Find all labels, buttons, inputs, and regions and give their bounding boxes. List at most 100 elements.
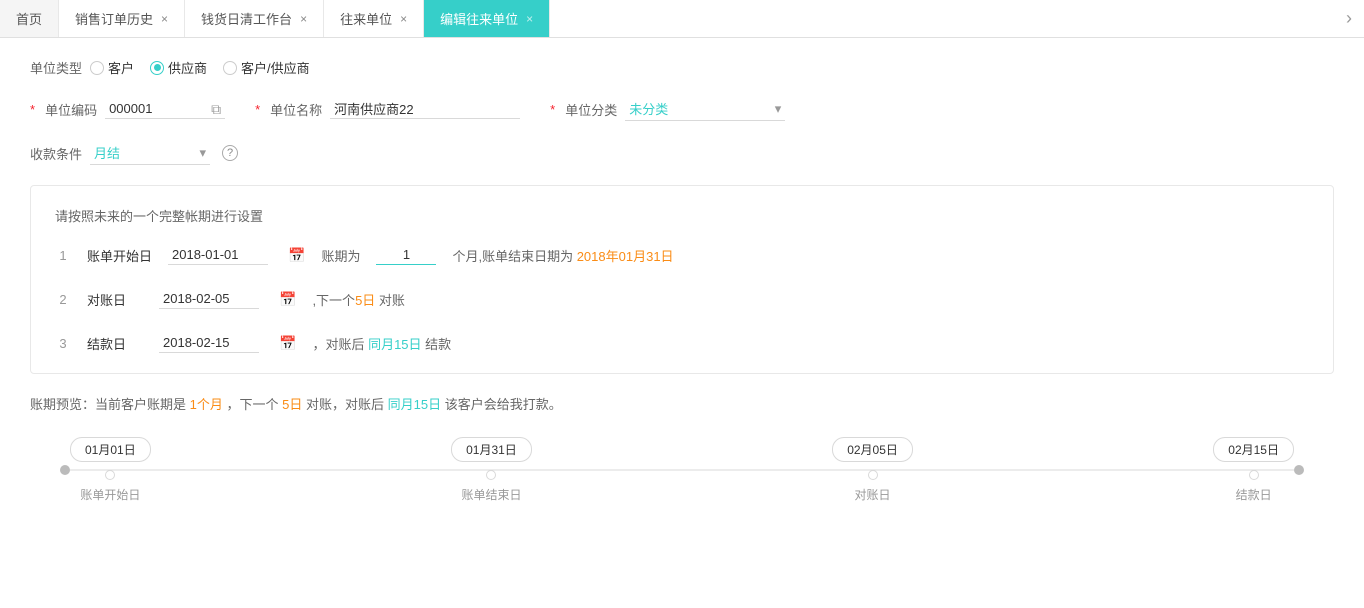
period-settings-box: 请按照未来的一个完整帐期进行设置 1 账单开始日 📅 账期为 个月,账单结束日期…	[30, 185, 1334, 374]
unit-code-label: 单位编码	[45, 100, 97, 119]
period-label-3: 结款日	[87, 334, 143, 353]
radio-label-customer: 客户	[108, 58, 134, 77]
payment-label: 收款条件	[30, 144, 82, 163]
payment-dropdown-icon: ▾	[199, 145, 206, 161]
unit-code-input-wrapper: ⧉	[105, 99, 225, 119]
unit-name-label: 单位名称	[270, 100, 322, 119]
tl-dot-3	[868, 470, 878, 480]
preview-suffix2: 该客户会给我打款。	[445, 397, 562, 412]
close-tab-partner[interactable]: ×	[400, 12, 407, 26]
reconcile-date-input[interactable]	[159, 289, 259, 309]
radio-both[interactable]: 客户/供应商	[223, 58, 310, 77]
unit-type-row: 单位类型 客户 供应商 客户/供应商	[30, 58, 1334, 77]
period-row-3: 3 结款日 📅 ，对账后 同月15日 结款	[55, 333, 1309, 353]
unit-name-input[interactable]	[330, 99, 520, 119]
tab-cash-work[interactable]: 钱货日清工作台 ×	[185, 0, 324, 37]
radio-label-supplier: 供应商	[168, 58, 207, 77]
period-num-1: 1	[55, 248, 71, 263]
payment-help-icon[interactable]: ?	[222, 145, 238, 161]
unit-code-required: *	[30, 102, 35, 117]
period-row-2: 2 对账日 📅 ,下一个5日 对账	[55, 289, 1309, 309]
payment-select[interactable]: 月结 ▾	[90, 141, 210, 165]
unit-name-required: *	[255, 102, 260, 117]
radio-circle-supplier	[150, 61, 164, 75]
preview-sep2: 对账，对账后	[306, 397, 384, 412]
timeline-point-2: 01月31日 账单结束日	[451, 437, 532, 503]
radio-customer[interactable]: 客户	[90, 58, 134, 77]
preview-part2: 5日	[282, 397, 302, 412]
payment-field: 收款条件 月结 ▾ ?	[30, 141, 238, 165]
radio-circle-both	[223, 61, 237, 75]
unit-name-field: * 单位名称	[255, 99, 520, 119]
preview-prefix: 账期预览：当前客户账期是	[30, 397, 186, 412]
period-box-title: 请按照未来的一个完整帐期进行设置	[55, 206, 1309, 225]
chevron-right-icon: ›	[1346, 8, 1352, 29]
tab-sales-history[interactable]: 销售订单历史 ×	[59, 0, 185, 37]
period-row-1: 1 账单开始日 📅 账期为 个月,账单结束日期为 2018年01月31日	[55, 245, 1309, 265]
start-date-input[interactable]	[168, 245, 268, 265]
unit-category-label: 单位分类	[565, 100, 617, 119]
preview-part1: 1个月	[190, 397, 223, 412]
timeline-wrapper: 01月01日 账单开始日 01月31日 账单结束日	[60, 437, 1304, 503]
radio-supplier[interactable]: 供应商	[150, 58, 207, 77]
tl-label-3: 对账日	[855, 486, 891, 503]
tl-label-2: 账单结束日	[461, 486, 521, 503]
start-date-calendar-icon[interactable]: 📅	[288, 247, 305, 264]
period-months-input[interactable]	[376, 245, 436, 265]
reconcile-date-calendar-icon[interactable]: 📅	[279, 291, 296, 308]
preview-section: 账期预览：当前客户账期是 1个月 ，下一个 5日 对账，对账后 同月15日 该客…	[30, 394, 1334, 413]
unit-category-required: *	[550, 102, 555, 117]
tab-edit-partner[interactable]: 编辑往来单位 ×	[424, 0, 550, 37]
tl-badge-4: 02月15日	[1213, 437, 1294, 462]
unit-type-field: 单位类型 客户 供应商 客户/供应商	[30, 58, 310, 77]
preview-sep1: ，下一个	[227, 397, 279, 412]
unit-type-radio-group: 客户 供应商 客户/供应商	[90, 58, 310, 77]
timeline-point-1: 01月01日 账单开始日	[70, 437, 151, 503]
unit-category-field: * 单位分类 未分类 ▾	[550, 97, 785, 121]
tl-label-1: 账单开始日	[80, 486, 140, 503]
tl-dot-1	[105, 470, 115, 480]
timeline-inner: 01月01日 账单开始日 01月31日 账单结束日	[70, 437, 1294, 503]
tab-partner[interactable]: 往来单位 ×	[324, 0, 424, 37]
timeline-points: 01月01日 账单开始日 01月31日 账单结束日	[70, 437, 1294, 503]
tab-bar: 首页 销售订单历史 × 钱货日清工作台 × 往来单位 × 编辑往来单位 × ›	[0, 0, 1364, 38]
period-desc-1: 账期为	[321, 246, 360, 265]
tl-badge-3: 02月05日	[832, 437, 913, 462]
unit-code-input[interactable]	[105, 99, 225, 119]
dropdown-arrow-icon: ▾	[775, 101, 782, 117]
period-desc-2: ,下一个5日 对账	[312, 290, 404, 309]
radio-label-both: 客户/供应商	[241, 58, 310, 77]
close-tab-cash-work[interactable]: ×	[300, 12, 307, 26]
tl-label-4: 结款日	[1236, 486, 1272, 503]
unit-type-label: 单位类型	[30, 58, 82, 77]
tl-dot-2	[486, 470, 496, 480]
timeline-section: 01月01日 账单开始日 01月31日 账单结束日	[30, 437, 1334, 503]
tl-badge-2: 01月31日	[451, 437, 532, 462]
period-num-2: 2	[55, 292, 71, 307]
radio-circle-customer	[90, 61, 104, 75]
unit-code-field: * 单位编码 ⧉	[30, 99, 225, 119]
timeline-point-4: 02月15日 结款日	[1213, 437, 1294, 503]
close-tab-sales-history[interactable]: ×	[161, 12, 168, 26]
payment-date-calendar-icon[interactable]: 📅	[279, 335, 296, 352]
main-content: 单位类型 客户 供应商 客户/供应商 * 单位编码	[0, 38, 1364, 608]
preview-part3: 同月15日	[388, 397, 441, 412]
close-tab-edit-partner[interactable]: ×	[526, 12, 533, 26]
payment-value: 月结	[94, 143, 193, 162]
period-end-date: 2018年01月31日	[577, 249, 674, 264]
period-label-2: 对账日	[87, 290, 143, 309]
payment-row: 收款条件 月结 ▾ ?	[30, 141, 1334, 165]
code-name-category-row: * 单位编码 ⧉ * 单位名称 * 单位分类 未分类 ▾	[30, 97, 1334, 121]
unit-category-value: 未分类	[629, 99, 768, 118]
tab-more-button[interactable]: ›	[1334, 0, 1364, 37]
tab-home[interactable]: 首页	[0, 0, 59, 37]
reconcile-highlight: 5日	[355, 293, 375, 308]
payment-date-input[interactable]	[159, 333, 259, 353]
period-num-3: 3	[55, 336, 71, 351]
unit-category-select[interactable]: 未分类 ▾	[625, 97, 785, 121]
timeline-left-dot	[60, 465, 70, 475]
period-desc-3: ，对账后 同月15日 结款	[312, 334, 451, 353]
tl-dot-4	[1249, 470, 1259, 480]
copy-icon[interactable]: ⧉	[211, 101, 221, 118]
period-desc-1b: 个月,账单结束日期为 2018年01月31日	[452, 246, 673, 265]
